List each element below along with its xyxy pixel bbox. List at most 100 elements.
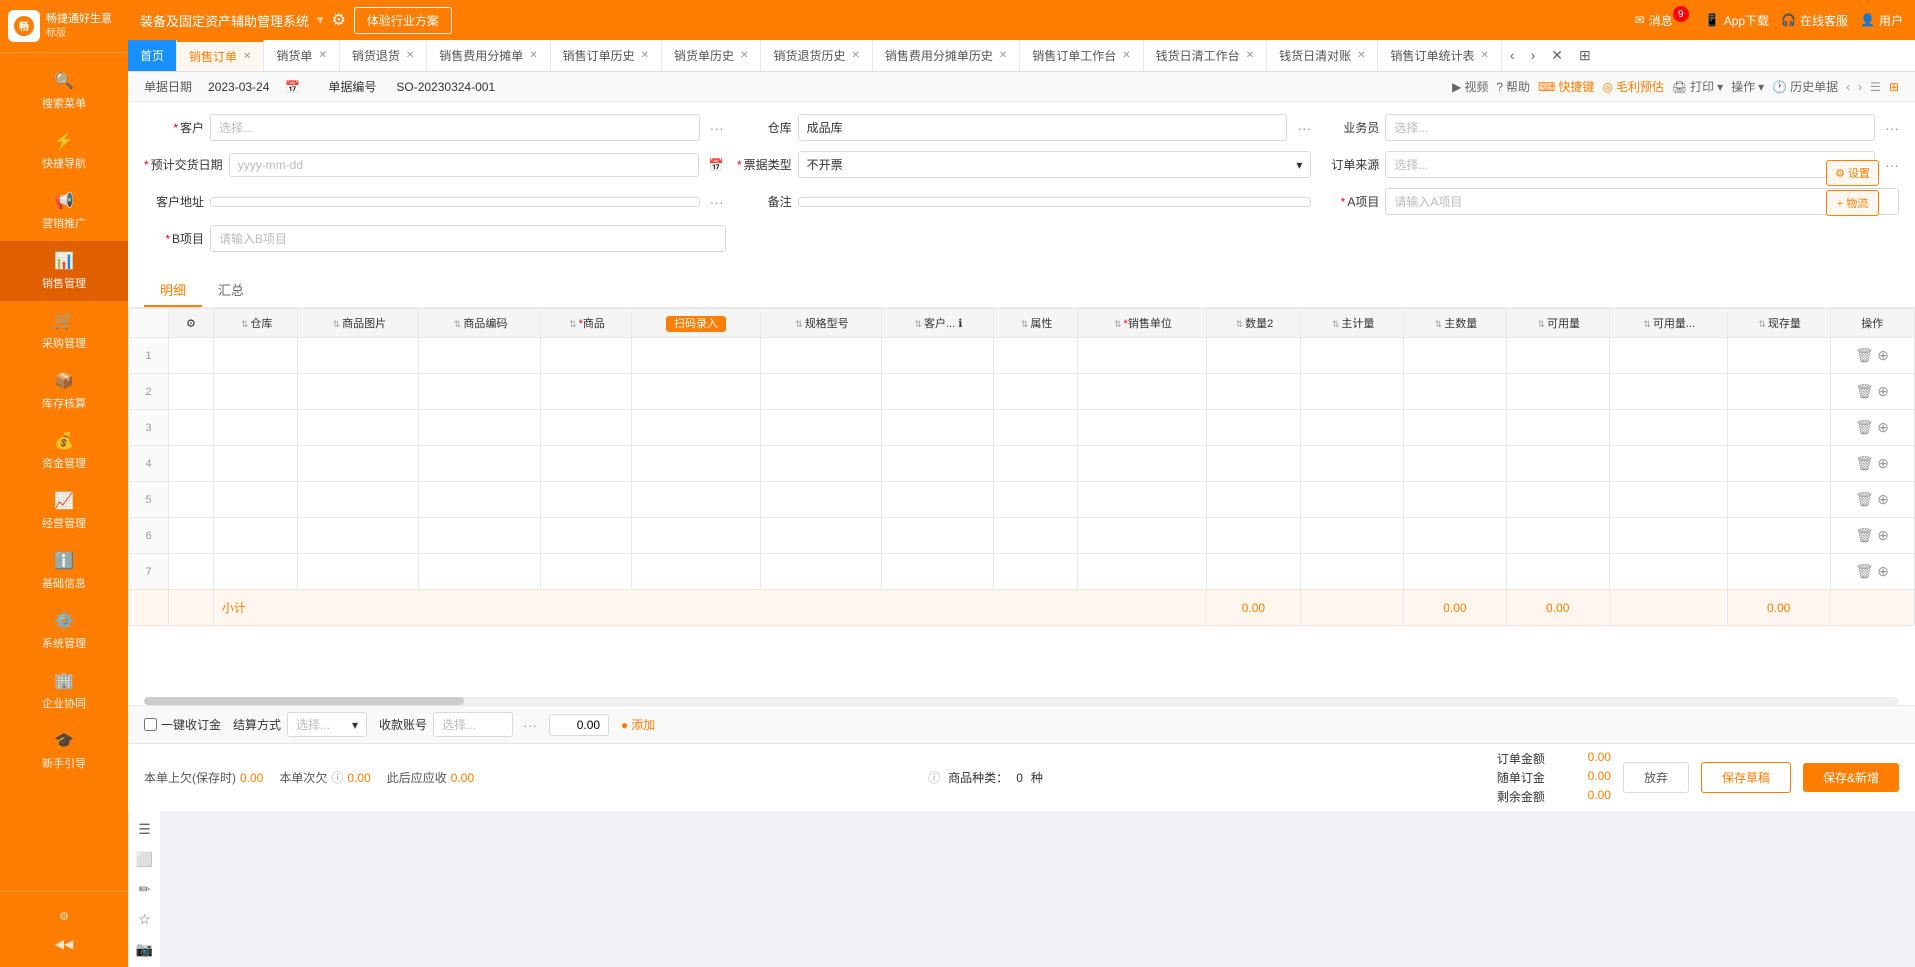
sidebar-item-search[interactable]: 🔍 搜索菜单 xyxy=(0,61,128,121)
tab-statistics[interactable]: 销售订单统计表 ✕ xyxy=(1378,40,1501,72)
row-1-attr[interactable] xyxy=(993,338,1077,374)
save-draft-btn[interactable]: 保存草稿 xyxy=(1701,762,1791,793)
col-scan[interactable]: 扫码录入 xyxy=(632,309,761,338)
invoice-select[interactable]: 不开票 ▾ xyxy=(798,151,1312,178)
row-1-unit[interactable] xyxy=(1078,338,1206,374)
add-col-btn[interactable]: + 物流 xyxy=(1826,190,1879,216)
row-1-copy-icon[interactable]: ⊕ xyxy=(1877,347,1889,364)
tab-sales-order[interactable]: 销售订单 ✕ xyxy=(177,40,264,72)
sidebar-settings-btn[interactable]: ⚙ xyxy=(0,902,128,931)
sidebar-item-enterprise[interactable]: 🏢 企业协同 xyxy=(0,661,128,721)
message-btn[interactable]: ✉ 消息 9 xyxy=(1635,12,1693,29)
one-click-checkbox-label[interactable]: 一键收订金 xyxy=(144,716,221,733)
industry-btn[interactable]: 体验行业方案 xyxy=(354,7,452,34)
tile-view-icon[interactable]: ⊞ xyxy=(1889,80,1899,94)
app-download-btn[interactable]: 📱 App下载 xyxy=(1705,12,1769,29)
tab-close-icon-8[interactable]: ✕ xyxy=(999,50,1007,61)
tab-close-icon-7[interactable]: ✕ xyxy=(851,50,859,61)
shortcut-btn[interactable]: ⌨ 快捷键 xyxy=(1538,78,1594,95)
sidebar-item-marketing[interactable]: 📢 营销推广 xyxy=(0,181,128,241)
col-unit[interactable]: ⇅*销售单位 xyxy=(1078,309,1206,338)
tab-expand-btn[interactable]: ⊞ xyxy=(1571,47,1599,64)
sidebar-item-basic[interactable]: ℹ️ 基础信息 xyxy=(0,541,128,601)
col-current[interactable]: ⇅现存量 xyxy=(1727,309,1830,338)
bank-ellipsis[interactable]: ··· xyxy=(523,717,537,733)
order-source-ellipsis[interactable]: ··· xyxy=(1885,157,1899,173)
row-5-copy-icon[interactable]: ⊕ xyxy=(1877,491,1889,508)
tab-return[interactable]: 销货退货 ✕ xyxy=(340,40,427,72)
sidebar-item-purchase[interactable]: 🛒 采购管理 xyxy=(0,301,128,361)
col-goods[interactable]: ⇅*商品 xyxy=(540,309,632,338)
row-4-delete-icon[interactable]: 🗑 xyxy=(1856,455,1874,472)
help-btn[interactable]: ? 帮助 xyxy=(1496,78,1530,95)
right-tool-1[interactable]: ☰ xyxy=(131,815,159,843)
right-tool-2[interactable]: ⬜ xyxy=(131,845,159,873)
tab-more-btn[interactable]: ✕ xyxy=(1543,47,1571,64)
row-6-delete-icon[interactable]: 🗑 xyxy=(1856,527,1874,544)
row-7-copy-icon[interactable]: ⊕ xyxy=(1877,563,1889,580)
col-customer[interactable]: ⇅客户... ℹ xyxy=(882,309,994,338)
system-dropdown-icon[interactable]: ▾ xyxy=(317,12,324,28)
col-available[interactable]: ⇅可用量 xyxy=(1506,309,1609,338)
tab-order-history[interactable]: 销售订单历史 ✕ xyxy=(551,40,662,72)
tab-next-btn[interactable]: › xyxy=(1523,47,1544,64)
col-attr[interactable]: ⇅属性 xyxy=(993,309,1077,338)
warehouse-ellipsis-btn[interactable]: ··· xyxy=(1297,120,1311,136)
tab-close-icon[interactable]: ✕ xyxy=(243,51,251,62)
col-code[interactable]: ⇅商品编码 xyxy=(419,309,540,338)
tab-close-icon-6[interactable]: ✕ xyxy=(740,50,748,61)
row-1-spec[interactable] xyxy=(760,338,881,374)
row-1-goods[interactable] xyxy=(540,338,632,374)
nav-prev-icon[interactable]: ‹ xyxy=(1846,80,1850,94)
a-project-input[interactable]: 请输入A项目 xyxy=(1385,188,1899,215)
grid-view-icon[interactable]: ☰ xyxy=(1870,80,1881,94)
tab-close-icon-5[interactable]: ✕ xyxy=(641,50,649,61)
discard-btn[interactable]: 放弃 xyxy=(1623,762,1689,793)
delivery-input[interactable]: yyyy-mm-dd xyxy=(229,153,699,177)
col-image[interactable]: ⇅商品图片 xyxy=(298,309,419,338)
row-1-warehouse[interactable] xyxy=(213,338,297,374)
tab-fee-split[interactable]: 销售费用分摊单 ✕ xyxy=(427,40,550,72)
operation-btn[interactable]: 操作 ▾ xyxy=(1731,78,1764,95)
delivery-cal-icon[interactable]: 📅 xyxy=(709,158,724,172)
row-2-delete-icon[interactable]: 🗑 xyxy=(1856,383,1874,400)
add-item-btn[interactable]: ● 添加 xyxy=(621,716,655,733)
tab-daily-reconcile[interactable]: 钱货日清对账 ✕ xyxy=(1267,40,1378,72)
nav-next-icon[interactable]: › xyxy=(1858,80,1862,94)
sidebar-item-quick[interactable]: ⚡ 快捷导航 xyxy=(0,121,128,181)
address-input[interactable] xyxy=(210,197,700,207)
bank-account-select[interactable]: 选择... xyxy=(433,712,513,737)
sidebar-expand-btn[interactable]: ◀◀ xyxy=(0,931,128,957)
tab-daily-workbench[interactable]: 钱货日清工作台 ✕ xyxy=(1144,40,1267,72)
user-btn[interactable]: 👤 用户 xyxy=(1860,12,1903,29)
print-dropdown-icon[interactable]: ▾ xyxy=(1717,80,1723,94)
row-5-delete-icon[interactable]: 🗑 xyxy=(1856,491,1874,508)
tab-prev-btn[interactable]: ‹ xyxy=(1502,47,1523,64)
address-ellipsis[interactable]: ··· xyxy=(710,194,724,210)
order-source-input[interactable]: 选择... xyxy=(1385,151,1875,178)
b-project-input[interactable]: 请输入B项目 xyxy=(210,225,726,252)
right-tool-edit[interactable]: ✏ xyxy=(131,875,159,903)
detail-tab-detail[interactable]: 明细 xyxy=(144,274,202,307)
customer-ellipsis-btn[interactable]: ··· xyxy=(710,120,724,136)
save-new-btn[interactable]: 保存&新增 xyxy=(1803,763,1899,792)
row-1-customer[interactable] xyxy=(882,338,994,374)
col-main-qty[interactable]: ⇅主数量 xyxy=(1404,309,1507,338)
scrollbar-thumb[interactable] xyxy=(144,697,464,705)
col-settings[interactable]: ⚙ xyxy=(169,309,214,338)
table-scrollbar[interactable] xyxy=(144,697,1899,705)
header-gear-btn[interactable]: ⚙ xyxy=(332,10,346,30)
row-3-copy-icon[interactable]: ⊕ xyxy=(1877,419,1889,436)
right-tool-camera[interactable]: 📷 xyxy=(131,935,159,963)
row-4-copy-icon[interactable]: ⊕ xyxy=(1877,455,1889,472)
tab-home[interactable]: 首页 xyxy=(128,40,177,72)
sidebar-item-guide[interactable]: 🎓 新手引导 xyxy=(0,721,128,781)
warehouse-input[interactable]: 成品库 xyxy=(798,114,1288,141)
remark-input[interactable] xyxy=(798,197,1312,207)
op-dropdown-icon[interactable]: ▾ xyxy=(1758,80,1764,94)
staff-input[interactable]: 选择... xyxy=(1385,114,1875,141)
row-3-delete-icon[interactable]: 🗑 xyxy=(1856,419,1874,436)
tab-workbench[interactable]: 销售订单工作台 ✕ xyxy=(1020,40,1143,72)
tab-close-icon-4[interactable]: ✕ xyxy=(529,50,537,61)
view-btn[interactable]: ▶ 视频 xyxy=(1452,78,1488,95)
